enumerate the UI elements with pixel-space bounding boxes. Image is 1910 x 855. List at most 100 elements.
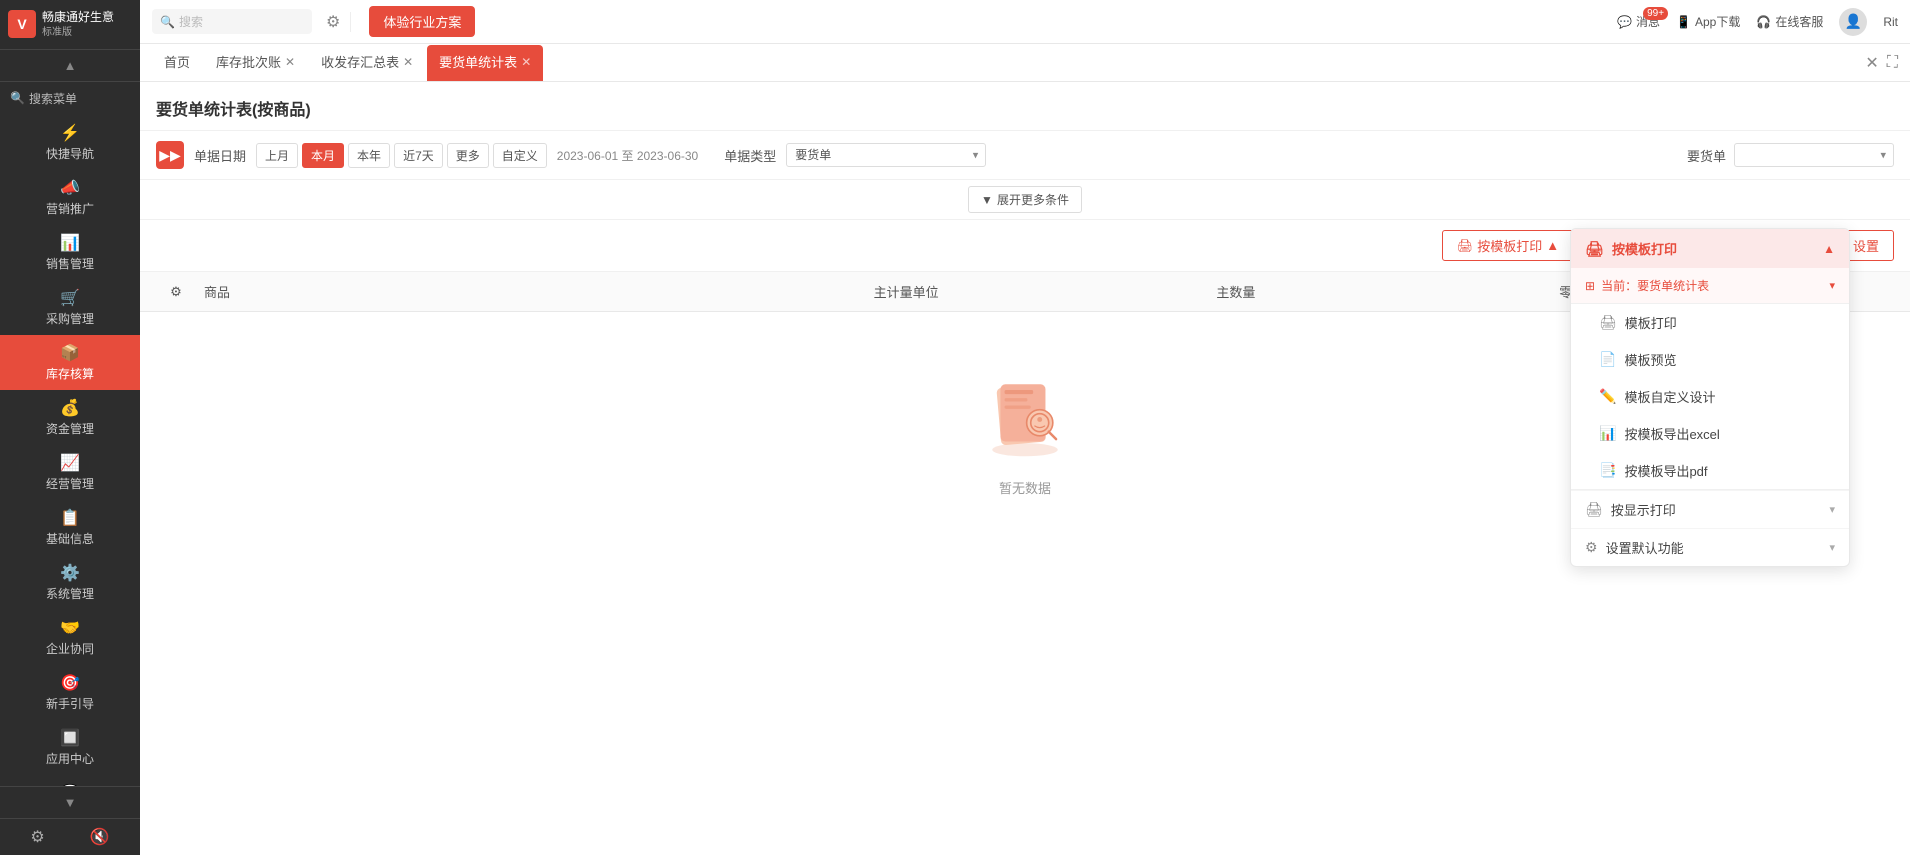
sidebar-item-sales[interactable]: 📊 销售管理 [0, 225, 140, 280]
purchase-icon: 🛒 [60, 288, 80, 308]
print-item-template-print[interactable]: 🖨 模板打印 [1571, 304, 1849, 341]
expand-row: ▼ 展开更多条件 [140, 180, 1910, 220]
tab-close-inventory-batch[interactable]: ✕ [285, 55, 295, 69]
filter-right: 要货单 [1687, 143, 1894, 167]
print-dropdown-header[interactable]: 🖨 按模板打印 ▲ [1571, 229, 1849, 268]
sidebar-item-operation[interactable]: 📈 经营管理 [0, 445, 140, 500]
topbar: 🔍 搜索 ⚙ 体验行业方案 💬 消息 99+ 📱 App下载 🎧 在线客服 👤 [140, 0, 1910, 44]
print-subitem-default[interactable]: ⚙ 设置默认功能 ▾ [1571, 528, 1849, 566]
app-logo-icon: V [8, 10, 36, 38]
date-btn-more[interactable]: 更多 [447, 143, 489, 168]
user-avatar[interactable]: 👤 [1839, 8, 1867, 36]
chevron-up-icon: ▲ [1546, 238, 1559, 253]
date-btn-this-month[interactable]: 本月 [302, 143, 344, 168]
print-dropdown-items: 🖨 模板打印 📄 模板预览 ✏️ 模板自定义设计 📊 按模板导出excel 📑 [1571, 304, 1849, 490]
topbar-divider [350, 12, 351, 32]
tab-fullscreen-icon[interactable]: ⛶ [1887, 54, 1898, 72]
sidebar-item-guide[interactable]: 🎯 新手引导 [0, 665, 140, 720]
user-name: Rit [1883, 15, 1898, 29]
type-label: 单据类型 [724, 146, 776, 165]
expand-icon: ▼ [981, 193, 993, 207]
topbar-right: 💬 消息 99+ 📱 App下载 🎧 在线客服 👤 Rit [1617, 8, 1898, 36]
print-item-template-design[interactable]: ✏️ 模板自定义设计 [1571, 378, 1849, 415]
filter-expand-icon[interactable]: ▶▶ [156, 141, 184, 169]
operation-icon: 📈 [60, 453, 80, 473]
system-icon: ⚙️ [60, 563, 80, 583]
type-select-wrapper: 要货单 [786, 143, 986, 167]
sidebar-item-enterprise[interactable]: 🤝 企业协同 [0, 610, 140, 665]
print-current-label[interactable]: ⊞ 当前：要货单统计表 ▾ [1571, 268, 1849, 304]
search-icon: 🔍 [10, 91, 25, 105]
sidebar-scroll-up[interactable]: ▲ [60, 54, 81, 77]
date-range-text: 2023-06-01 至 2023-06-30 [557, 147, 698, 164]
date-btn-custom[interactable]: 自定义 [493, 143, 547, 168]
th-settings[interactable]: ⚙ [156, 274, 196, 310]
print-dropdown: 🖨 按模板打印 ▲ ⊞ 当前：要货单统计表 ▾ 🖨 模板打印 📄 [1570, 228, 1850, 567]
print-dropdown-chevron: ▲ [1823, 242, 1835, 256]
tab-inventory-batch[interactable]: 库存批次账 ✕ [204, 45, 307, 81]
th-qty: 主数量 [1208, 272, 1551, 311]
settings-bottom-icon[interactable]: ⚙ [30, 827, 44, 847]
date-btn-last-7-days[interactable]: 近7天 [394, 143, 443, 168]
notifications-btn[interactable]: 💬 消息 99+ [1617, 13, 1660, 30]
industry-btn[interactable]: 体验行业方案 [369, 6, 475, 37]
default-setting-icon: ⚙ [1585, 539, 1598, 556]
marketing-icon: 📣 [60, 178, 80, 198]
template-preview-icon: 📄 [1599, 351, 1616, 368]
sidebar-item-inventory[interactable]: 📦 库存核算 [0, 335, 140, 390]
date-label: 单据日期 [194, 146, 246, 165]
tab-home[interactable]: 首页 [152, 45, 202, 81]
customer-service-btn[interactable]: 🎧 在线客服 [1756, 13, 1823, 30]
topbar-search[interactable]: 🔍 搜索 [152, 9, 312, 34]
sales-icon: 📊 [60, 233, 80, 253]
sidebar-search[interactable]: 🔍 搜索菜单 [0, 82, 140, 115]
sidebar-scroll-down[interactable]: ▼ [60, 791, 81, 814]
print-current-chevron: ▾ [1829, 279, 1835, 292]
avatar-icon: 👤 [1839, 8, 1867, 36]
tab-close-all-icon[interactable]: ✕ [1865, 53, 1878, 73]
tab-order-stats[interactable]: 要货单统计表 ✕ [427, 45, 543, 81]
filter-bar: ▶▶ 单据日期 上月 本月 本年 近7天 更多 自定义 2023-06-01 至… [140, 131, 1910, 180]
sidebar-item-quick-nav[interactable]: ⚡ 快捷导航 [0, 115, 140, 170]
mute-icon[interactable]: 🔇 [90, 827, 110, 847]
date-options: 上月 本月 本年 近7天 更多 自定义 [256, 143, 547, 168]
app-download-btn[interactable]: 📱 App下载 [1676, 13, 1740, 30]
topbar-gear-icon[interactable]: ⚙ [326, 12, 340, 32]
notification-icon: 💬 [1617, 15, 1632, 29]
print-subitem-display[interactable]: 🖨 按显示打印 ▾ [1571, 490, 1849, 528]
mobile-icon: 📱 [1676, 15, 1691, 29]
order-extra-label: 要货单 [1687, 146, 1726, 165]
display-print-chevron: ▾ [1829, 503, 1835, 516]
sidebar-item-basic[interactable]: 📋 基础信息 [0, 500, 140, 555]
print-item-export-pdf[interactable]: 📑 按模板导出pdf [1571, 452, 1849, 489]
sidebar-item-system[interactable]: ⚙️ 系统管理 [0, 555, 140, 610]
tab-receipt-summary[interactable]: 收发存汇总表 ✕ [309, 45, 425, 81]
sidebar-item-finance[interactable]: 💰 资金管理 [0, 390, 140, 445]
page-title: 要货单统计表(按商品) [156, 96, 1894, 120]
print-template-btn[interactable]: 🖨 按模板打印 ▲ [1442, 230, 1574, 261]
type-select[interactable]: 要货单 [786, 143, 986, 167]
empty-illustration [975, 372, 1075, 462]
sidebar-item-marketing[interactable]: 📣 营销推广 [0, 170, 140, 225]
print-item-template-preview[interactable]: 📄 模板预览 [1571, 341, 1849, 378]
date-btn-last-month[interactable]: 上月 [256, 143, 298, 168]
inventory-icon: 📦 [60, 343, 80, 363]
date-btn-this-year[interactable]: 本年 [348, 143, 390, 168]
sidebar-item-purchase[interactable]: 🛒 采购管理 [0, 280, 140, 335]
sidebar-nav: ⚡ 快捷导航 📣 营销推广 📊 销售管理 🛒 采购管理 📦 库存核算 💰 资金管… [0, 115, 140, 786]
empty-text: 暂无数据 [999, 478, 1051, 497]
basic-icon: 📋 [60, 508, 80, 528]
quick-nav-icon: ⚡ [60, 123, 80, 143]
export-excel-icon: 📊 [1599, 425, 1616, 442]
extra-select[interactable] [1734, 143, 1894, 167]
content-area: 要货单统计表(按商品) ▶▶ 单据日期 上月 本月 本年 近7天 更多 自定义 … [140, 82, 1910, 855]
sidebar-item-app-center[interactable]: 🔲 应用中心 [0, 720, 140, 775]
template-print-icon: 🖨 [1599, 314, 1617, 331]
print-item-export-excel[interactable]: 📊 按模板导出excel [1571, 415, 1849, 452]
default-setting-chevron: ▾ [1829, 541, 1835, 554]
tab-close-receipt-summary[interactable]: ✕ [403, 55, 413, 69]
expand-more-btn[interactable]: ▼ 展开更多条件 [968, 186, 1082, 213]
app-center-icon: 🔲 [60, 728, 80, 748]
tab-close-order-stats[interactable]: ✕ [521, 55, 531, 69]
sidebar-item-corp-wechat[interactable]: 💬 企业微信 [0, 775, 140, 786]
